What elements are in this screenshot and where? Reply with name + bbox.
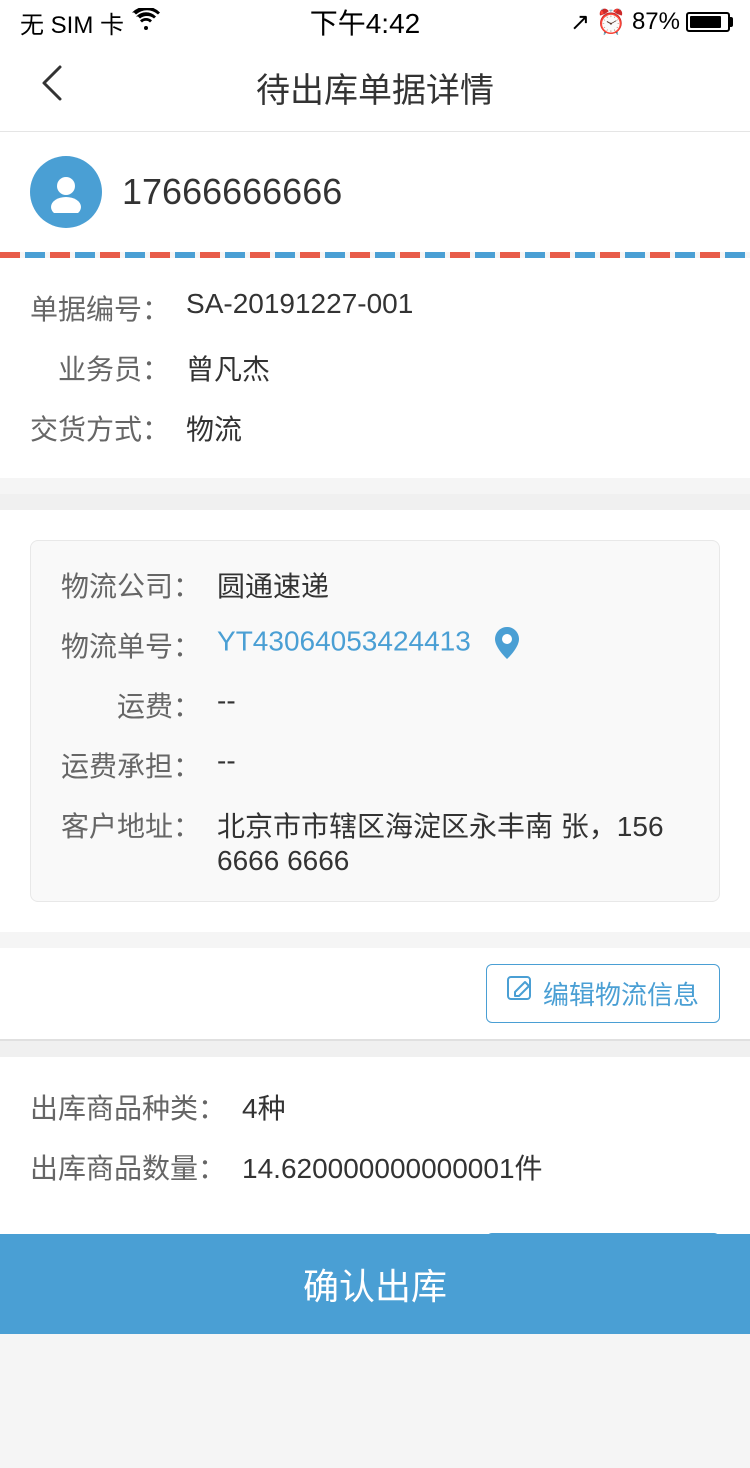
logistics-company-value: 圆通速递 [217, 565, 689, 605]
tracking-row: 物流单号： YT43064053424413 [61, 625, 689, 665]
edit-icon [507, 976, 535, 1011]
freight-label: 运费： [61, 685, 201, 725]
tracking-label: 物流单号： [61, 625, 201, 665]
goods-type-row: 出库商品种类： 4种 [30, 1087, 720, 1127]
status-bar: 无 SIM 卡 下午4:42 ↗ ⏰ 87% [0, 0, 750, 44]
delivery-row: 交货方式： 物流 [30, 408, 720, 448]
carrier-text: 无 SIM 卡 [20, 5, 124, 40]
customer-section: 17666666666 [0, 132, 750, 252]
status-time: 下午4:42 [310, 2, 421, 42]
logistics-card: 物流公司： 圆通速递 物流单号： YT43064053424413 运费： --… [30, 540, 720, 902]
logistics-company-label: 物流公司： [61, 565, 201, 605]
confirm-button[interactable]: 确认出库 [0, 1234, 750, 1334]
alarm-icon: ⏰ [596, 8, 626, 37]
document-number-label: 单据编号： [30, 288, 170, 328]
person-icon [45, 171, 87, 213]
status-right: ↗ ⏰ 87% [570, 8, 730, 37]
customer-phone: 17666666666 [122, 171, 342, 213]
back-button[interactable] [30, 53, 74, 122]
goods-quantity-value: 14.620000000000001件 [242, 1147, 720, 1187]
map-pin-icon[interactable] [491, 625, 523, 661]
salesman-value: 曾凡杰 [186, 348, 720, 388]
salesman-row: 业务员： 曾凡杰 [30, 348, 720, 388]
freight-row: 运费： -- [61, 685, 689, 725]
avatar [30, 156, 102, 228]
document-number-row: 单据编号： SA-20191227-001 [30, 288, 720, 328]
address-row: 客户地址： 北京市市辖区海淀区永丰南 张，156 6666 6666 [61, 805, 689, 877]
document-info-section: 单据编号： SA-20191227-001 业务员： 曾凡杰 交货方式： 物流 [0, 258, 750, 478]
nav-bar: 待出库单据详情 [0, 44, 750, 132]
address-value: 北京市市辖区海淀区永丰南 张，156 6666 6666 [217, 805, 689, 877]
confirm-btn-label: 确认出库 [303, 1258, 447, 1310]
goods-section: 出库商品种类： 4种 出库商品数量： 14.620000000000001件 [0, 1057, 750, 1217]
edit-btn-label: 编辑物流信息 [543, 975, 699, 1012]
freight-bear-label: 运费承担： [61, 745, 201, 785]
edit-logistics-button[interactable]: 编辑物流信息 [486, 964, 720, 1023]
freight-bear-row: 运费承担： -- [61, 745, 689, 785]
goods-type-label: 出库商品种类： [30, 1087, 226, 1127]
page-title: 待出库单据详情 [256, 63, 494, 112]
separator-3 [0, 1041, 750, 1057]
tracking-value: YT43064053424413 [217, 625, 689, 661]
battery-icon [686, 12, 730, 32]
edit-btn-row: 编辑物流信息 [0, 948, 750, 1039]
freight-value: -- [217, 685, 689, 717]
location-status-icon: ↗ [570, 8, 590, 37]
status-left: 无 SIM 卡 [20, 5, 160, 40]
delivery-value: 物流 [186, 408, 720, 448]
goods-quantity-label: 出库商品数量： [30, 1147, 226, 1187]
goods-quantity-row: 出库商品数量： 14.620000000000001件 [30, 1147, 720, 1187]
separator-1 [0, 494, 750, 510]
logistics-section: 物流公司： 圆通速递 物流单号： YT43064053424413 运费： --… [0, 510, 750, 932]
delivery-label: 交货方式： [30, 408, 170, 448]
logistics-company-row: 物流公司： 圆通速递 [61, 565, 689, 605]
freight-bear-value: -- [217, 745, 689, 777]
salesman-label: 业务员： [30, 348, 170, 388]
wifi-icon [132, 8, 160, 37]
battery-percent: 87% [632, 8, 680, 36]
address-label: 客户地址： [61, 805, 201, 845]
goods-type-value: 4种 [242, 1087, 720, 1127]
document-number-value: SA-20191227-001 [186, 288, 720, 320]
